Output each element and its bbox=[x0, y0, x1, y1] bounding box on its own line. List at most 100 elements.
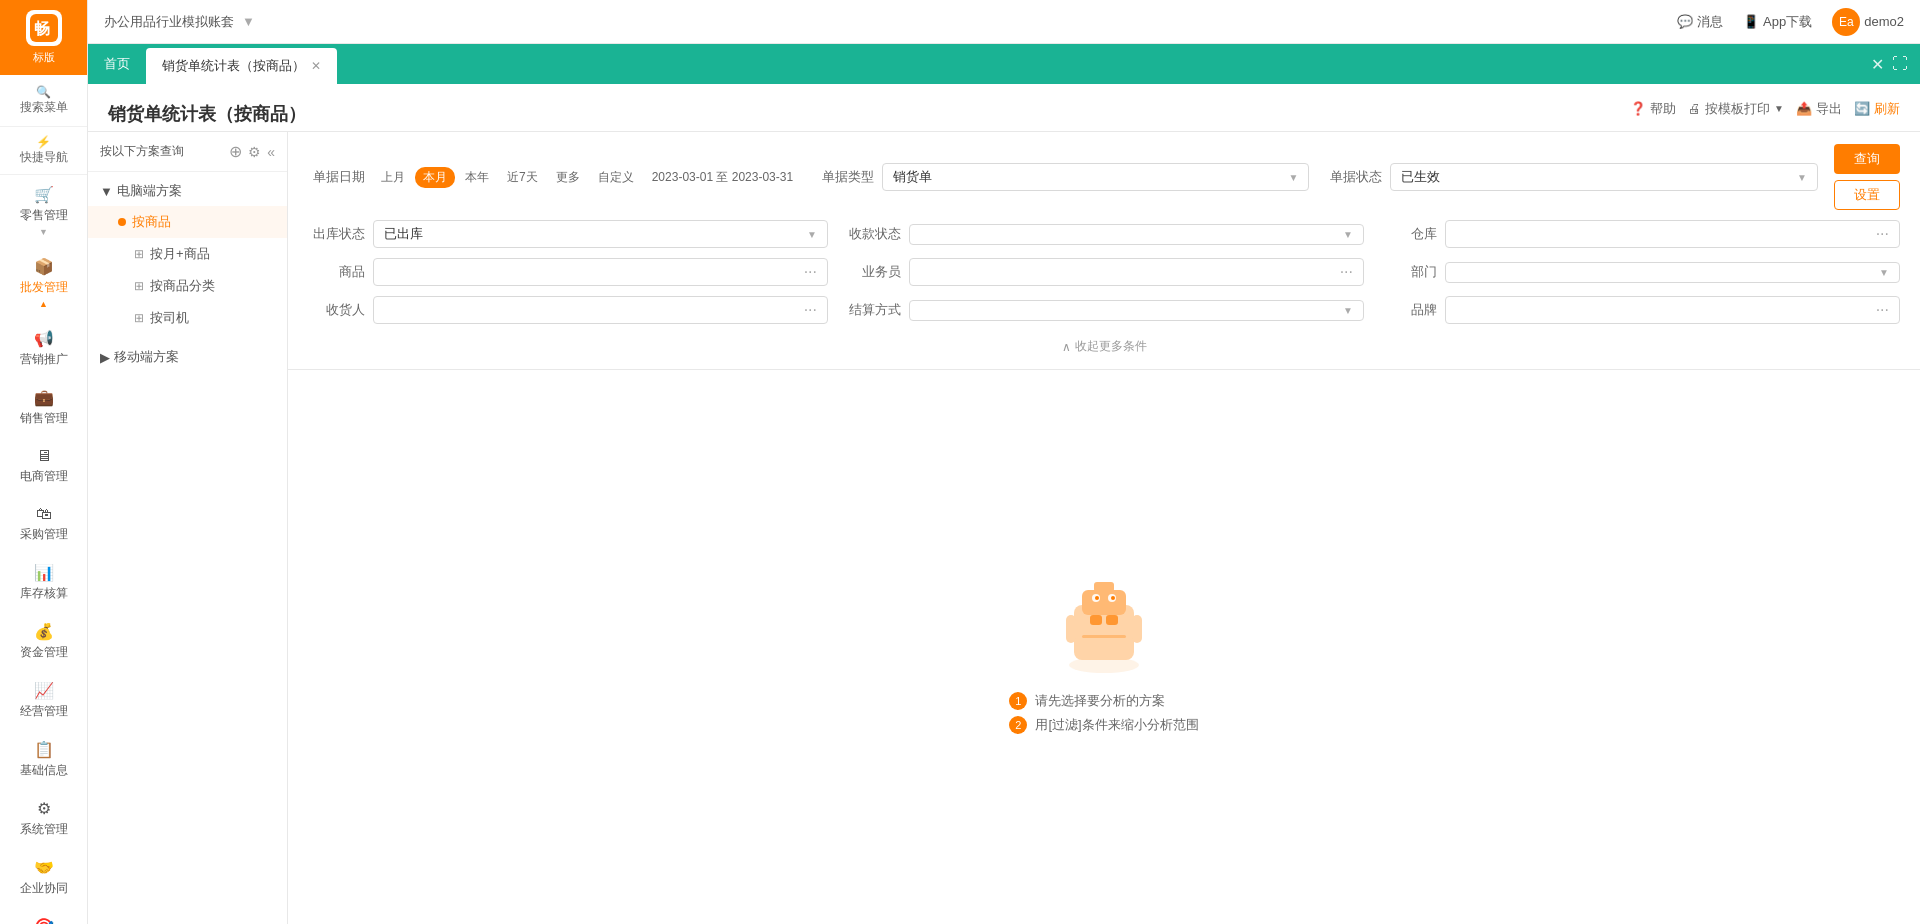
scheme-settings-icon[interactable]: ⚙ bbox=[248, 144, 261, 160]
svg-rect-8 bbox=[1082, 635, 1126, 638]
page-header-actions: ❓ 帮助 🖨 按模板打印 ▼ 📤 导出 🔄 刷新 bbox=[1630, 100, 1900, 128]
svg-rect-10 bbox=[1132, 615, 1142, 643]
receipt-status-select[interactable]: ▼ bbox=[909, 224, 1364, 245]
scheme-item-by-product[interactable]: 按商品 bbox=[88, 206, 287, 238]
svg-rect-5 bbox=[1094, 582, 1114, 592]
user-action[interactable]: Ea demo2 bbox=[1832, 8, 1904, 36]
warehouse-dots-icon: ··· bbox=[1876, 225, 1889, 243]
warehouse-label: 仓库 bbox=[1380, 225, 1445, 243]
brand-input[interactable]: ··· bbox=[1445, 296, 1900, 324]
tip-2-text: 用[过滤]条件来缩小分析范围 bbox=[1035, 716, 1198, 734]
mobile-scheme-group: ▶ 移动端方案 bbox=[88, 338, 287, 376]
date-tab-custom[interactable]: 自定义 bbox=[590, 167, 642, 188]
scheme-item-by-month-product[interactable]: ⊞ 按月+商品 bbox=[88, 238, 287, 270]
settings-button[interactable]: 设置 bbox=[1834, 180, 1900, 210]
sidebar-item-guide[interactable]: 🎯 新手引导 bbox=[0, 907, 87, 924]
operation-label: 经营管理 bbox=[20, 703, 68, 720]
sidebar-item-inventory[interactable]: 📊 库存核算 bbox=[0, 553, 87, 612]
top-header-left: 办公用品行业模拟账套 ▼ bbox=[104, 13, 255, 31]
help-label: 帮助 bbox=[1650, 100, 1676, 118]
ecommerce-label: 电商管理 bbox=[20, 468, 68, 485]
quick-nav[interactable]: ⚡ 快捷导航 bbox=[0, 127, 87, 175]
app-logo[interactable]: 畅 标版 bbox=[0, 0, 87, 75]
basic-label: 基础信息 bbox=[20, 762, 68, 779]
mobile-scheme-group-title[interactable]: ▶ 移动端方案 bbox=[88, 342, 287, 372]
doc-type-select[interactable]: 销货单 ▼ bbox=[882, 163, 1310, 191]
enterprise-icon: 🤝 bbox=[34, 858, 54, 877]
inner-content: 按以下方案查询 ⊕ ⚙ « ▼ 电脑端方案 按商品 bbox=[88, 132, 1920, 924]
app-download-action[interactable]: 📱 App下载 bbox=[1743, 13, 1812, 31]
receiver-input[interactable]: ··· bbox=[373, 296, 828, 324]
tab-expand-icon[interactable]: ⛶ bbox=[1892, 55, 1908, 73]
svg-point-13 bbox=[1095, 596, 1099, 600]
refresh-label: 刷新 bbox=[1874, 100, 1900, 118]
messages-action[interactable]: 💬 消息 bbox=[1677, 13, 1723, 31]
svg-rect-4 bbox=[1082, 590, 1126, 615]
search-menu[interactable]: 🔍 搜索菜单 bbox=[0, 75, 87, 127]
by-category-label: 按商品分类 bbox=[150, 277, 215, 295]
salesman-filter: 业务员 ··· bbox=[844, 258, 1364, 286]
sidebar-item-operation[interactable]: 📈 经营管理 bbox=[0, 671, 87, 730]
date-control: 上月 本月 本年 近7天 更多 自定义 2023-03-01 至 2023-03… bbox=[373, 167, 801, 188]
tab-home[interactable]: 首页 bbox=[88, 44, 146, 84]
warehouse-input[interactable]: ··· bbox=[1445, 220, 1900, 248]
empty-illustration bbox=[1044, 560, 1164, 680]
message-icon: 💬 bbox=[1677, 14, 1693, 29]
salesman-input[interactable]: ··· bbox=[909, 258, 1364, 286]
date-tab-more[interactable]: 更多 bbox=[548, 167, 588, 188]
dept-select[interactable]: ▼ bbox=[1445, 262, 1900, 283]
app-download-label: App下载 bbox=[1763, 13, 1812, 31]
dropdown-arrow-icon[interactable]: ▼ bbox=[242, 14, 255, 29]
sidebar-item-marketing[interactable]: 📢 营销推广 bbox=[0, 319, 87, 378]
refresh-button[interactable]: 🔄 刷新 bbox=[1854, 100, 1900, 118]
collapse-bar[interactable]: ∧ 收起更多条件 bbox=[308, 330, 1900, 357]
scheme-collapse-icon[interactable]: « bbox=[267, 144, 275, 160]
retail-icon: 🛒 bbox=[34, 185, 54, 204]
sidebar-item-ecommerce[interactable]: 🖥 电商管理 bbox=[0, 437, 87, 495]
receiver-control: ··· bbox=[373, 296, 828, 324]
sidebar-item-sales[interactable]: 💼 销售管理 bbox=[0, 378, 87, 437]
pc-scheme-group-title[interactable]: ▼ 电脑端方案 bbox=[88, 176, 287, 206]
settlement-arrow-icon: ▼ bbox=[1343, 305, 1353, 316]
out-status-select[interactable]: 已出库 ▼ bbox=[373, 220, 828, 248]
doc-status-select[interactable]: 已生效 ▼ bbox=[1390, 163, 1818, 191]
date-tab-last-7-days[interactable]: 近7天 bbox=[499, 167, 546, 188]
filter-area: 单据日期 上月 本月 本年 近7天 更多 自定义 20 bbox=[288, 132, 1920, 370]
date-tab-this-year[interactable]: 本年 bbox=[457, 167, 497, 188]
add-scheme-button[interactable]: ⊕ bbox=[229, 142, 242, 161]
sidebar-item-purchase[interactable]: 🛍 采购管理 bbox=[0, 495, 87, 553]
wholesale-label: 批发管理 bbox=[20, 279, 68, 296]
sidebar-item-enterprise[interactable]: 🤝 企业协同 bbox=[0, 848, 87, 907]
home-tab-label: 首页 bbox=[104, 55, 130, 73]
brand-label: 品牌 bbox=[1380, 301, 1445, 319]
tab-sales-stats[interactable]: 销货单统计表（按商品） ✕ bbox=[146, 48, 337, 84]
settlement-select[interactable]: ▼ bbox=[909, 300, 1364, 321]
product-input[interactable]: ··· bbox=[373, 258, 828, 286]
sidebar-item-retail[interactable]: 🛒 零售管理 ▼ bbox=[0, 175, 87, 247]
print-button[interactable]: 🖨 按模板打印 ▼ bbox=[1688, 100, 1784, 118]
sidebar-item-wholesale[interactable]: 📦 批发管理 ▲ bbox=[0, 247, 87, 319]
tab-close-all-icon[interactable]: ✕ bbox=[1871, 55, 1884, 74]
export-button[interactable]: 📤 导出 bbox=[1796, 100, 1842, 118]
svg-rect-9 bbox=[1066, 615, 1076, 643]
tab-close-icon[interactable]: ✕ bbox=[311, 59, 321, 73]
date-tab-last-month[interactable]: 上月 bbox=[373, 167, 413, 188]
scheme-item-by-driver[interactable]: ⊞ 按司机 bbox=[88, 302, 287, 334]
purchase-icon: 🛍 bbox=[36, 505, 52, 523]
brand-control: ··· bbox=[1445, 296, 1900, 324]
help-button[interactable]: ❓ 帮助 bbox=[1630, 100, 1676, 118]
sidebar-item-finance[interactable]: 💰 资金管理 bbox=[0, 612, 87, 671]
date-tab-this-month[interactable]: 本月 bbox=[415, 167, 455, 188]
sidebar-item-basic[interactable]: 📋 基础信息 bbox=[0, 730, 87, 789]
page-title: 销货单统计表（按商品） bbox=[108, 102, 306, 126]
doc-status-filter: 单据状态 已生效 ▼ bbox=[1325, 163, 1818, 191]
tab-bar-actions: ✕ ⛶ bbox=[1871, 55, 1920, 74]
query-button[interactable]: 查询 bbox=[1834, 144, 1900, 174]
salesman-control: ··· bbox=[909, 258, 1364, 286]
inventory-icon: 📊 bbox=[34, 563, 54, 582]
empty-state: 1 请先选择要分析的方案 2 用[过滤]条件来缩小分析范围 bbox=[288, 370, 1920, 924]
sidebar-item-system[interactable]: ⚙ 系统管理 bbox=[0, 789, 87, 848]
retail-arrow: ▼ bbox=[39, 227, 48, 237]
search-label: 搜索菜单 bbox=[6, 99, 81, 116]
scheme-item-by-category[interactable]: ⊞ 按商品分类 bbox=[88, 270, 287, 302]
